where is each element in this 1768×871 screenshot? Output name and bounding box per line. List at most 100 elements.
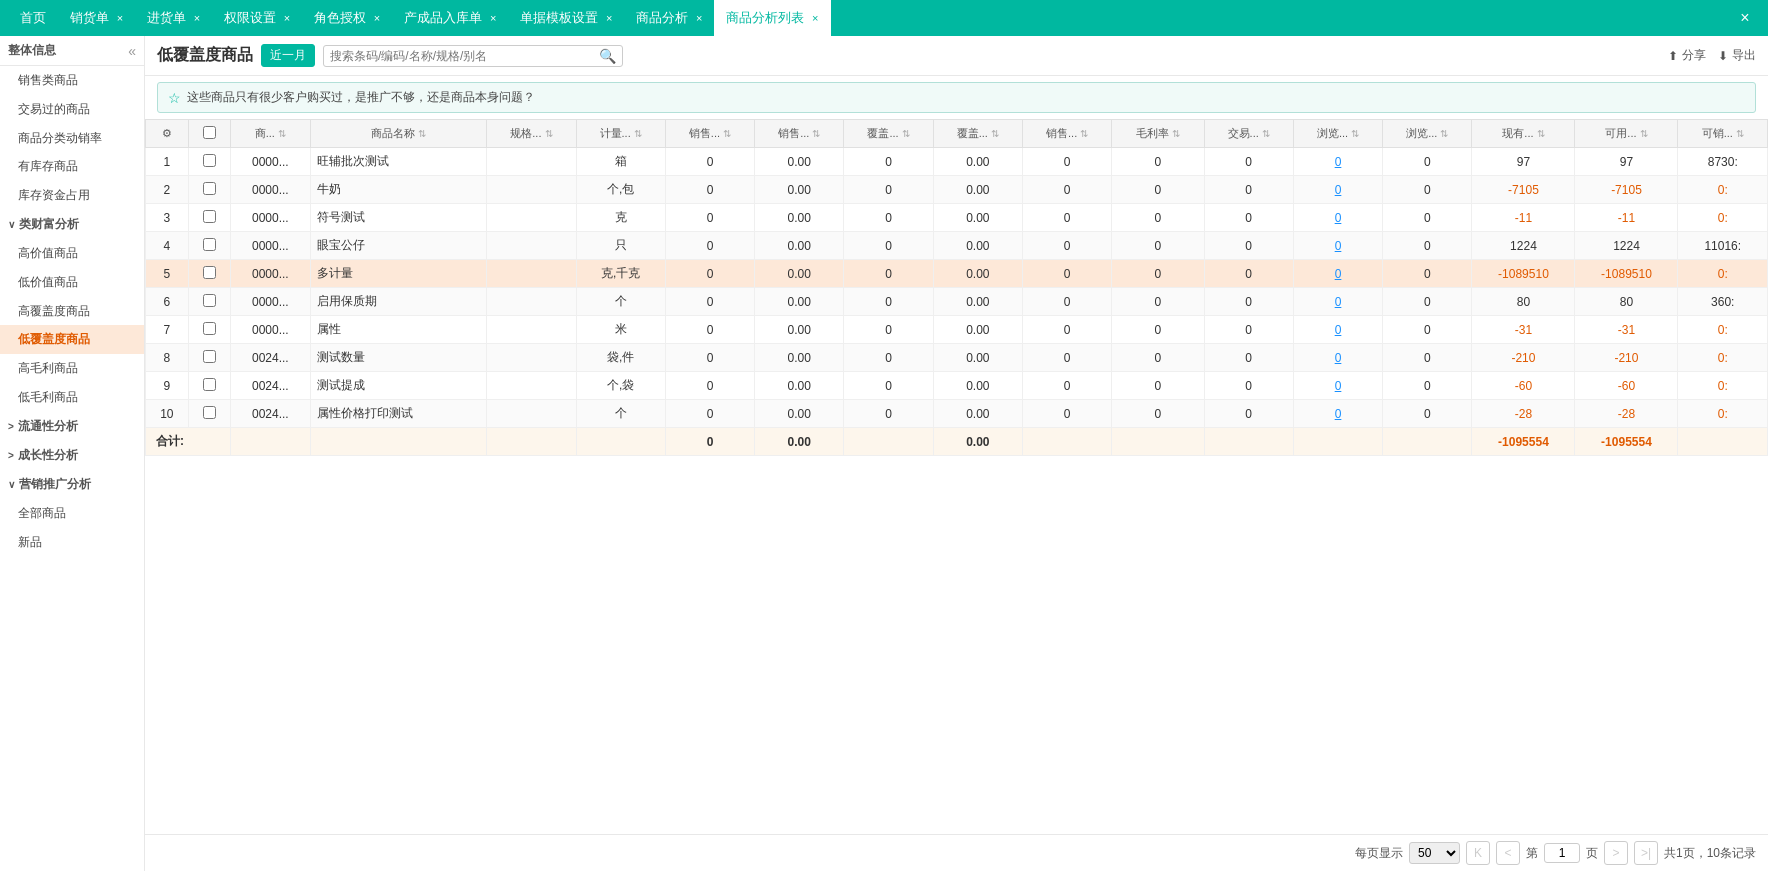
col-sales1[interactable]: 销售... ⇅ <box>665 120 754 148</box>
table-footer-row: 合计: 0 0.00 0.00 <box>146 428 1768 456</box>
browse-link[interactable]: 0 <box>1335 211 1342 225</box>
next-page-btn[interactable]: > <box>1604 841 1628 865</box>
main-layout: 整体信息 « 销售类商品 交易过的商品 商品分类动销率 有库存商品 库存资金占用… <box>0 36 1768 871</box>
col-cover1[interactable]: 覆盖... ⇅ <box>844 120 933 148</box>
table-row: 50000...多计量克,千克00.0000.0000000-1089510-1… <box>146 260 1768 288</box>
browse-link[interactable]: 0 <box>1335 267 1342 281</box>
share-btn[interactable]: ⬆ 分享 <box>1668 47 1706 64</box>
col-sales3[interactable]: 销售... ⇅ <box>1023 120 1112 148</box>
sidebar-item-traded-goods[interactable]: 交易过的商品 <box>0 95 144 124</box>
col-cover2[interactable]: 覆盖... ⇅ <box>933 120 1022 148</box>
table-row: 90024...测试提成个,袋00.0000.0000000-60-600: <box>146 372 1768 400</box>
table-row: 20000...牛奶个,包00.0000.0000000-7105-71050: <box>146 176 1768 204</box>
sidebar-item-stock-capital[interactable]: 库存资金占用 <box>0 181 144 210</box>
prev-page-btn[interactable]: < <box>1496 841 1520 865</box>
sidebar-item-high-coverage[interactable]: 高覆盖度商品 <box>0 297 144 326</box>
browse-link[interactable]: 0 <box>1335 379 1342 393</box>
flow-section-arrow: > <box>8 421 14 432</box>
nav-purchase[interactable]: 进货单 × <box>135 0 212 36</box>
col-settings[interactable]: ⚙ <box>146 120 189 148</box>
row-checkbox[interactable] <box>203 322 216 335</box>
nav-roles-close[interactable]: × <box>374 12 380 24</box>
col-checkbox[interactable] <box>188 120 230 148</box>
first-page-btn[interactable]: K <box>1466 841 1490 865</box>
row-checkbox[interactable] <box>203 350 216 363</box>
col-gross-rate[interactable]: 毛利率 ⇅ <box>1112 120 1204 148</box>
browse-link[interactable]: 0 <box>1335 183 1342 197</box>
nav-analysis[interactable]: 商品分析 × <box>624 0 714 36</box>
row-checkbox[interactable] <box>203 378 216 391</box>
table-header-row: ⚙ 商... ⇅ 商品名称 ⇅ 规格... ⇅ 计量... ⇅ 销售... ⇅ … <box>146 120 1768 148</box>
time-filter-recent-month[interactable]: 近一月 <box>261 44 315 67</box>
col-current-stock[interactable]: 现有... ⇅ <box>1472 120 1575 148</box>
nav-purchase-close[interactable]: × <box>194 12 200 24</box>
table-row: 80024...测试数量袋,件00.0000.0000000-210-2100: <box>146 344 1768 372</box>
page-input[interactable] <box>1544 843 1580 863</box>
col-name[interactable]: 商品名称 ⇅ <box>311 120 487 148</box>
table-row: 60000...启用保质期个00.0000.00000008080360: <box>146 288 1768 316</box>
row-checkbox[interactable] <box>203 406 216 419</box>
col-sellable[interactable]: 可销... ⇅ <box>1678 120 1768 148</box>
nav-analysis-close[interactable]: × <box>696 12 702 24</box>
sidebar-item-high-value[interactable]: 高价值商品 <box>0 239 144 268</box>
col-available[interactable]: 可用... ⇅ <box>1575 120 1678 148</box>
sidebar-section-flow[interactable]: > 流通性分析 <box>0 412 144 441</box>
nav-permissions[interactable]: 权限设置 × <box>212 0 302 36</box>
browse-link[interactable]: 0 <box>1335 295 1342 309</box>
row-checkbox[interactable] <box>203 182 216 195</box>
sidebar-section-growth[interactable]: > 成长性分析 <box>0 441 144 470</box>
row-checkbox[interactable] <box>203 294 216 307</box>
sidebar-item-category-rate[interactable]: 商品分类动销率 <box>0 124 144 153</box>
col-browse1[interactable]: 浏览... ⇅ <box>1293 120 1382 148</box>
row-checkbox[interactable] <box>203 154 216 167</box>
col-code[interactable]: 商... ⇅ <box>230 120 310 148</box>
nav-roles[interactable]: 角色授权 × <box>302 0 392 36</box>
browse-link[interactable]: 0 <box>1335 239 1342 253</box>
nav-sales[interactable]: 销货单 × <box>58 0 135 36</box>
marketing-section-arrow: ∨ <box>8 479 15 490</box>
col-browse2[interactable]: 浏览... ⇅ <box>1383 120 1472 148</box>
nav-analysis-list[interactable]: 商品分析列表 × <box>714 0 830 36</box>
sidebar-collapse-btn[interactable]: « <box>128 43 136 59</box>
nav-products[interactable]: 产成品入库单 × <box>392 0 508 36</box>
browse-link[interactable]: 0 <box>1335 351 1342 365</box>
select-all-checkbox[interactable] <box>203 126 216 139</box>
table-container[interactable]: ⚙ 商... ⇅ 商品名称 ⇅ 规格... ⇅ 计量... ⇅ 销售... ⇅ … <box>145 119 1768 834</box>
browse-link[interactable]: 0 <box>1335 323 1342 337</box>
sidebar-section-marketing[interactable]: ∨ 营销推广分析 <box>0 470 144 499</box>
browse-link[interactable]: 0 <box>1335 407 1342 421</box>
row-checkbox[interactable] <box>203 266 216 279</box>
nav-sales-close[interactable]: × <box>117 12 123 24</box>
export-btn[interactable]: ⬇ 导出 <box>1718 47 1756 64</box>
col-sales2[interactable]: 销售... ⇅ <box>755 120 844 148</box>
sidebar-item-low-value[interactable]: 低价值商品 <box>0 268 144 297</box>
col-transaction[interactable]: 交易... ⇅ <box>1204 120 1293 148</box>
sidebar-item-in-stock[interactable]: 有库存商品 <box>0 152 144 181</box>
sidebar-item-sales-goods[interactable]: 销售类商品 <box>0 66 144 95</box>
per-page-select[interactable]: 50 10 20 100 <box>1409 842 1460 864</box>
sidebar-item-high-profit[interactable]: 高毛利商品 <box>0 354 144 383</box>
search-icon[interactable]: 🔍 <box>599 48 616 64</box>
col-spec[interactable]: 规格... ⇅ <box>487 120 576 148</box>
sidebar-item-low-profit[interactable]: 低毛利商品 <box>0 383 144 412</box>
last-page-btn[interactable]: >| <box>1634 841 1658 865</box>
nav-analysis-list-close[interactable]: × <box>812 12 818 24</box>
row-checkbox[interactable] <box>203 210 216 223</box>
sidebar-section-wealth[interactable]: ∨ 类财富分析 <box>0 210 144 239</box>
sidebar-item-low-coverage[interactable]: 低覆盖度商品 <box>0 325 144 354</box>
nav-templates[interactable]: 单据模板设置 × <box>508 0 624 36</box>
nav-home[interactable]: 首页 <box>8 0 58 36</box>
search-box: 🔍 <box>323 45 623 67</box>
sidebar-item-new-goods[interactable]: 新品 <box>0 528 144 557</box>
sidebar-item-all-goods[interactable]: 全部商品 <box>0 499 144 528</box>
nav-permissions-close[interactable]: × <box>284 12 290 24</box>
nav-templates-close[interactable]: × <box>606 12 612 24</box>
wealth-section-arrow: ∨ <box>8 219 15 230</box>
col-unit[interactable]: 计量... ⇅ <box>576 120 665 148</box>
search-input[interactable] <box>330 49 599 63</box>
table-row: 70000...属性米00.0000.0000000-31-310: <box>146 316 1768 344</box>
browse-link[interactable]: 0 <box>1335 155 1342 169</box>
row-checkbox[interactable] <box>203 238 216 251</box>
window-close-btn[interactable]: × <box>1730 0 1760 36</box>
nav-products-close[interactable]: × <box>490 12 496 24</box>
